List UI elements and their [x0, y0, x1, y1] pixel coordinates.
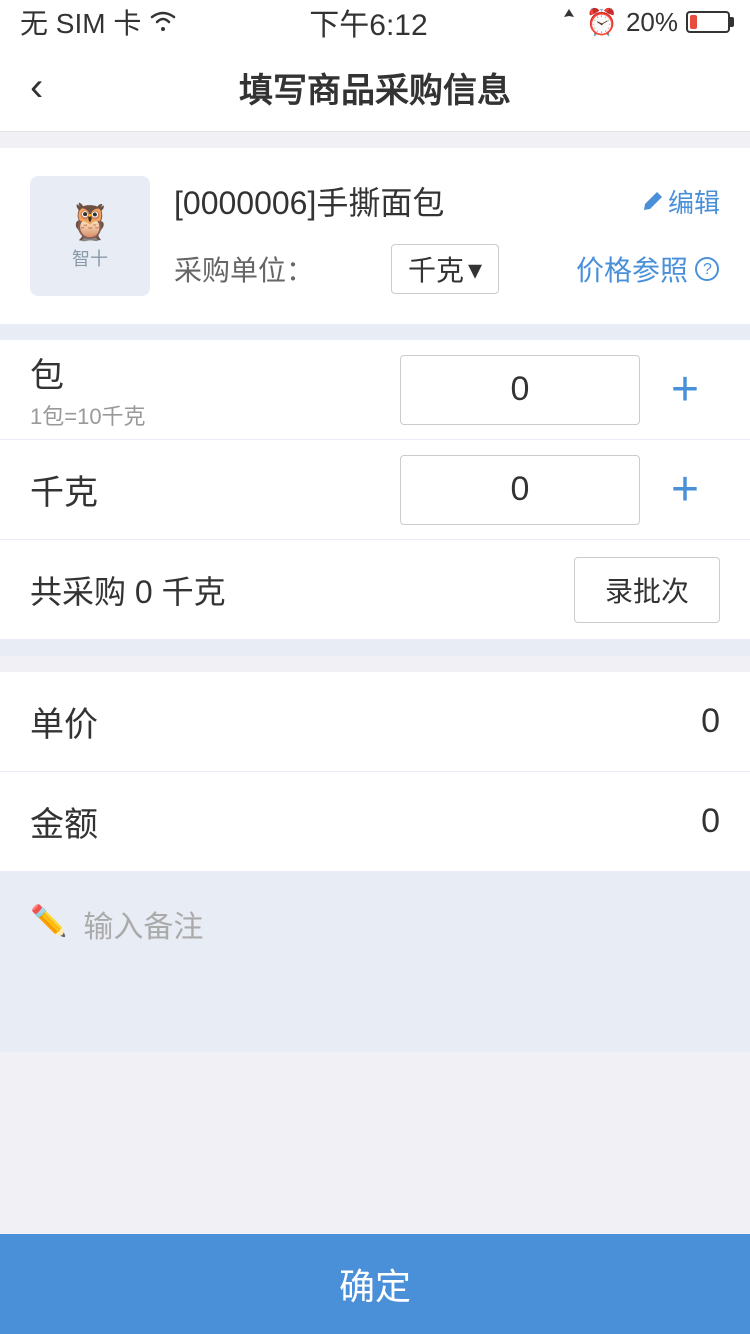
product-header: [0000006]手撕面包 编辑 [174, 178, 720, 224]
qty-input-1[interactable] [400, 455, 640, 525]
battery-percent: 20% [626, 7, 678, 38]
unit-label: 采购单位： [174, 249, 314, 289]
amount-label: 金额 [30, 797, 701, 846]
product-info: [0000006]手撕面包 编辑 采购单位： 千克 ▾ 价格参照 [174, 178, 720, 294]
price-ref-button[interactable]: 价格参照 ? [576, 249, 720, 289]
record-batch-button[interactable]: 录批次 [574, 557, 720, 623]
svg-text:?: ? [703, 261, 712, 278]
product-logo-text: 智十 [72, 245, 108, 271]
carrier-text: 无 SIM 卡 [20, 2, 141, 42]
status-time: 下午6:12 [309, 0, 427, 44]
qty-label-1: 千克 [30, 465, 150, 514]
product-card: 🦉 智十 [0000006]手撕面包 编辑 采购单位： 千克 ▾ [0, 148, 750, 324]
divider-2 [0, 640, 750, 656]
qty-plus-0[interactable]: + [650, 355, 720, 425]
status-right: ⏰ 20% [560, 7, 730, 38]
divider-1 [0, 324, 750, 340]
page-title: 填写商品采购信息 [239, 63, 511, 112]
unit-select[interactable]: 千克 ▾ [391, 244, 499, 294]
notes-section[interactable]: ✏️ 输入备注 [0, 872, 750, 1052]
qty-label-0: 包 1包=10千克 [30, 348, 150, 431]
battery-icon [686, 11, 730, 33]
chevron-down-icon: ▾ [468, 253, 482, 286]
edit-button[interactable]: 编辑 [642, 183, 720, 220]
unit-price-label: 单价 [30, 697, 701, 746]
status-left: 无 SIM 卡 [20, 2, 177, 42]
total-text: 共采购 0 千克 [30, 567, 574, 613]
confirm-button[interactable]: 确定 [0, 1234, 750, 1334]
location-icon [560, 7, 578, 38]
price-section: 单价 0 金额 0 [0, 672, 750, 872]
product-logo-icon: 🦉 [68, 201, 113, 243]
qty-input-0[interactable] [400, 355, 640, 425]
quantity-row-1: 千克 + [0, 440, 750, 540]
confirm-label: 确定 [339, 1258, 411, 1310]
unit-price-row: 单价 0 [0, 672, 750, 772]
pencil-icon: ✏️ [30, 904, 67, 939]
content-area: 🦉 智十 [0000006]手撕面包 编辑 采购单位： 千克 ▾ [0, 148, 750, 1152]
status-bar: 无 SIM 卡 下午6:12 ⏰ 20% [0, 0, 750, 44]
product-image: 🦉 智十 [30, 176, 150, 296]
qty-plus-1[interactable]: + [650, 455, 720, 525]
nav-bar: ‹ 填写商品采购信息 [0, 44, 750, 132]
amount-row: 金额 0 [0, 772, 750, 872]
back-button[interactable]: ‹ [30, 65, 63, 110]
product-name: [0000006]手撕面包 [174, 178, 444, 224]
quantity-section: 包 1包=10千克 + 千克 + [0, 340, 750, 540]
total-row: 共采购 0 千克 录批次 [0, 540, 750, 640]
notes-placeholder: 输入备注 [83, 902, 203, 946]
quantity-row-0: 包 1包=10千克 + [0, 340, 750, 440]
wifi-icon [149, 6, 177, 38]
amount-value: 0 [701, 802, 720, 841]
unit-price-value: 0 [701, 702, 720, 741]
alarm-icon: ⏰ [586, 7, 618, 38]
product-unit-row: 采购单位： 千克 ▾ 价格参照 ? [174, 244, 720, 294]
